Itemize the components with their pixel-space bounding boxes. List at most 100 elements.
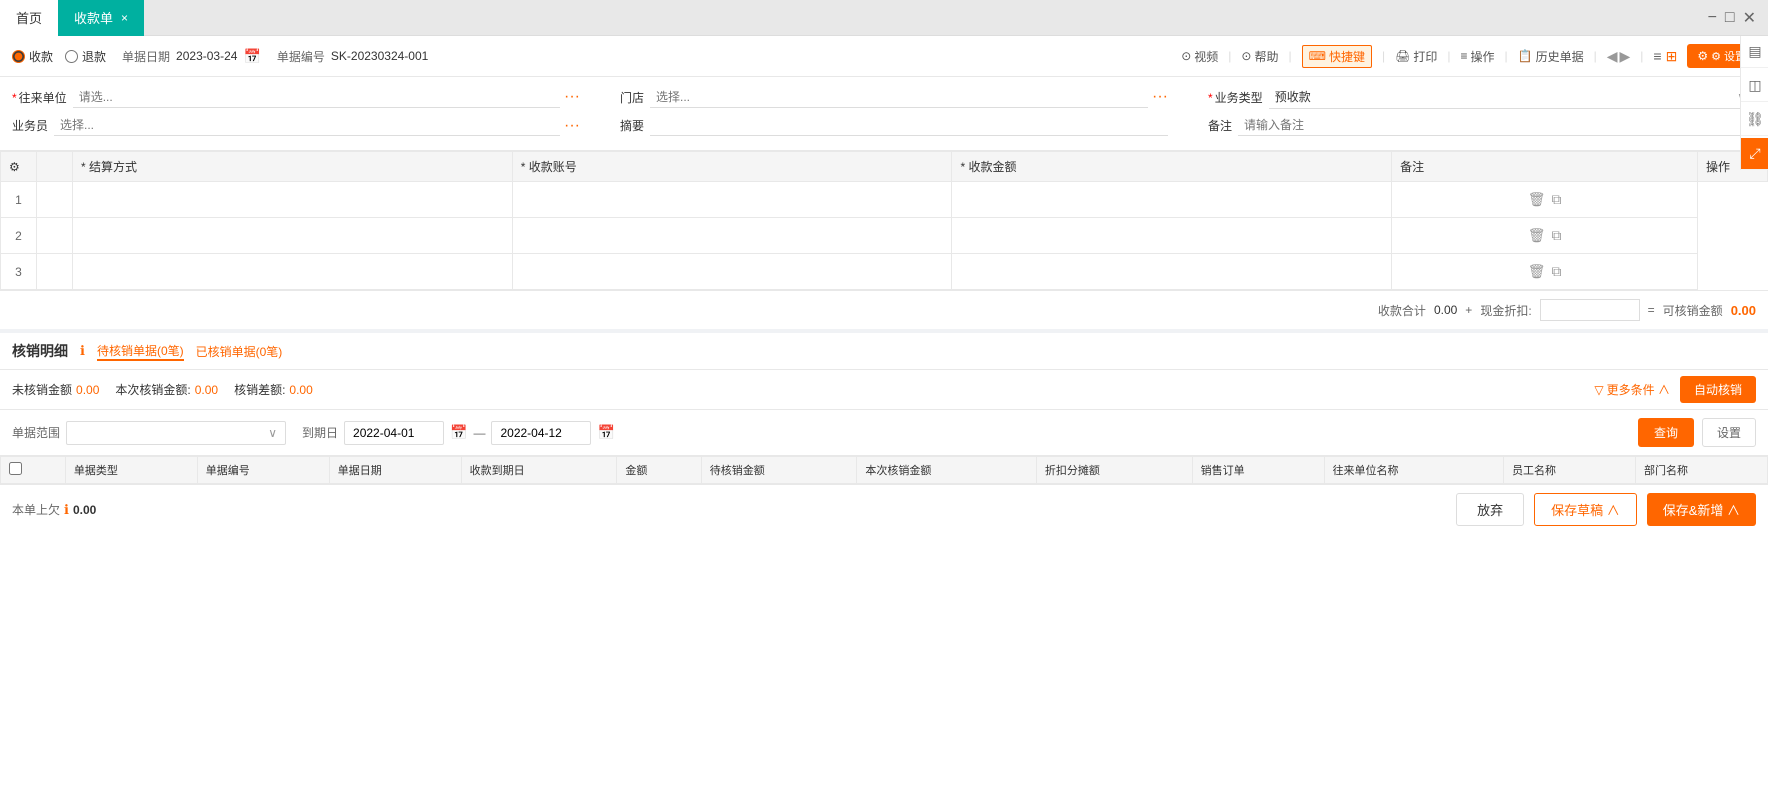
minimize-icon[interactable]: −	[1708, 9, 1717, 27]
summary-input[interactable]	[650, 115, 1168, 136]
row3-actions: 🗑 ⧉	[1392, 254, 1698, 290]
filter-right: ▽ 更多条件 ∧ 自动核销	[1594, 376, 1756, 403]
save-new-button[interactable]: 保存&新增 ∧	[1647, 493, 1756, 526]
sidebar-expand-icon[interactable]: ⤢	[1741, 138, 1768, 170]
row2-copy-icon[interactable]: ⧉	[1551, 227, 1561, 244]
gear-icon: ⚙	[1697, 49, 1708, 63]
store-input[interactable]	[650, 87, 1148, 108]
video-btn[interactable]: ⊙ 视频	[1181, 48, 1218, 65]
toolbar-right: ⊙ 视频 | ⊙ 帮助 | ⌨ 快捷键 | 🖨 打印 |	[1181, 44, 1756, 68]
row3-settlement[interactable]	[37, 254, 73, 290]
row1-delete-icon[interactable]: 🗑	[1528, 191, 1546, 208]
row2-delete-icon[interactable]: 🗑	[1528, 227, 1546, 244]
row3-delete-icon[interactable]: 🗑	[1528, 263, 1546, 280]
footer-info-icon[interactable]: ℹ	[64, 502, 69, 518]
history-btn[interactable]: 📋 历史单据	[1518, 48, 1584, 65]
staff-input[interactable]	[54, 115, 560, 136]
doc-date-calendar-icon[interactable]: 📅	[243, 48, 260, 65]
radio-shoukuan[interactable]: 收款	[12, 48, 53, 65]
operate-btn[interactable]: ≡ 操作	[1460, 48, 1494, 65]
row3-copy-icon[interactable]: ⧉	[1551, 263, 1561, 280]
table-row: 2 🗑 ⧉	[1, 218, 1768, 254]
col-staff-header: 员工名称	[1504, 457, 1636, 484]
receipt-type-group: 收款 退款	[12, 48, 106, 65]
sidebar-table-icon[interactable]: ▤	[1741, 36, 1768, 68]
col-settings-header[interactable]: ⚙	[1, 152, 37, 182]
staff-more-icon[interactable]: ···	[564, 118, 580, 134]
nav-prev-icon[interactable]: ◀	[1607, 48, 1618, 65]
row2-amount[interactable]	[512, 218, 952, 254]
partner-input[interactable]	[73, 87, 560, 108]
biz-type-select[interactable]: 预收款 ∨	[1269, 85, 1752, 109]
select-all-checkbox[interactable]	[9, 462, 22, 475]
maximize-icon[interactable]: □	[1725, 9, 1735, 27]
verification-section: 核销明细 ℹ 待核销单据(0笔) 已核销单据(0笔) 未核销金额 0.00 本次…	[0, 329, 1768, 484]
summary-field: 摘要	[600, 115, 1168, 136]
row1-account[interactable]	[73, 182, 513, 218]
biz-type-field: 业务类型 预收款 ∨	[1188, 85, 1756, 109]
close-icon[interactable]: ✕	[1743, 8, 1756, 28]
pending-tab[interactable]: 待核销单据(0笔)	[97, 342, 184, 361]
partner-more-icon[interactable]: ···	[564, 89, 580, 105]
page-footer: 本单上欠 ℹ 0.00 放弃 保存草稿 ∧ 保存&新增 ∧	[0, 484, 1768, 534]
row2-remark[interactable]	[952, 218, 1392, 254]
draft-button[interactable]: 保存草稿 ∧	[1534, 493, 1637, 526]
row3-num: 3	[1, 254, 37, 290]
radio-tuikuan[interactable]: 退款	[65, 48, 106, 65]
tab-home[interactable]: 首页	[0, 0, 58, 36]
print-btn[interactable]: 🖨 打印	[1395, 48, 1437, 65]
col-doc-type-header: 单据类型	[65, 457, 197, 484]
sidebar-link-icon[interactable]: ⛓	[1741, 104, 1768, 136]
video-icon: ⊙	[1181, 49, 1191, 63]
search-row: 单据范围 ∨ 到期日 📅 — 📅 查询 设置	[0, 410, 1768, 456]
search-right: 查询 设置	[1638, 418, 1756, 447]
row3-account[interactable]	[73, 254, 513, 290]
tab-close-icon[interactable]: ×	[121, 11, 128, 25]
query-button[interactable]: 查询	[1638, 418, 1694, 447]
sidebar-doc-icon[interactable]: ◫	[1741, 70, 1768, 102]
row2-settlement[interactable]	[37, 218, 73, 254]
date-to-calendar-icon[interactable]: 📅	[597, 424, 614, 441]
col-settlement-header: * 结算方式	[73, 152, 513, 182]
list-view-icon[interactable]: ≡	[1653, 48, 1661, 65]
col-remark-header: 备注	[1392, 152, 1698, 182]
filter-icon: ▽	[1594, 383, 1603, 397]
row2-account[interactable]	[73, 218, 513, 254]
col-current-header: 本次核销金额	[857, 457, 1037, 484]
tab-receipt[interactable]: 收款单 ×	[58, 0, 144, 36]
remark-input[interactable]	[1238, 115, 1756, 136]
more-filter-btn[interactable]: ▽ 更多条件 ∧	[1594, 376, 1670, 403]
help-icon: ⊙	[1241, 49, 1251, 63]
search-settings-button[interactable]: 设置	[1702, 418, 1756, 447]
row1-amount[interactable]	[512, 182, 952, 218]
nav-next-icon[interactable]: ▶	[1620, 48, 1631, 65]
range-field: 单据范围 ∨	[12, 421, 286, 445]
row3-amount[interactable]	[512, 254, 952, 290]
verification-info-icon[interactable]: ℹ	[80, 343, 85, 359]
data-table: ⚙ * 结算方式 * 收款账号 * 收款金额 备注	[0, 151, 1768, 290]
col-pending-header: 待核销金额	[701, 457, 857, 484]
row1-settlement[interactable]	[37, 182, 73, 218]
right-sidebar: ▤ ◫ ⛓ ⤢	[1740, 36, 1768, 170]
date-from-input[interactable]	[344, 421, 444, 445]
auto-verify-button[interactable]: 自动核销	[1680, 376, 1756, 403]
help-btn[interactable]: ⊙ 帮助	[1241, 48, 1278, 65]
row1-copy-icon[interactable]: ⧉	[1551, 191, 1561, 208]
row1-remark[interactable]	[952, 182, 1392, 218]
col-due-date-header: 收款到期日	[461, 457, 617, 484]
discard-button[interactable]: 放弃	[1456, 493, 1524, 526]
date-to-input[interactable]	[491, 421, 591, 445]
grid-view-icon[interactable]: ⊞	[1666, 48, 1678, 65]
shortcut-icon: ⌨	[1309, 49, 1326, 63]
range-select[interactable]: ∨	[66, 421, 286, 445]
table-gear-icon[interactable]: ⚙	[9, 160, 20, 174]
store-more-icon[interactable]: ···	[1152, 89, 1168, 105]
range-chevron-icon: ∨	[268, 426, 277, 440]
date-from-calendar-icon[interactable]: 📅	[450, 424, 467, 441]
discount-input[interactable]	[1540, 299, 1640, 321]
shortcut-btn[interactable]: ⌨ 快捷键	[1302, 45, 1372, 68]
col-amount-header: 金额	[617, 457, 701, 484]
row3-remark[interactable]	[952, 254, 1392, 290]
completed-tab[interactable]: 已核销单据(0笔)	[196, 343, 283, 360]
store-field: 门店 ···	[600, 87, 1168, 108]
